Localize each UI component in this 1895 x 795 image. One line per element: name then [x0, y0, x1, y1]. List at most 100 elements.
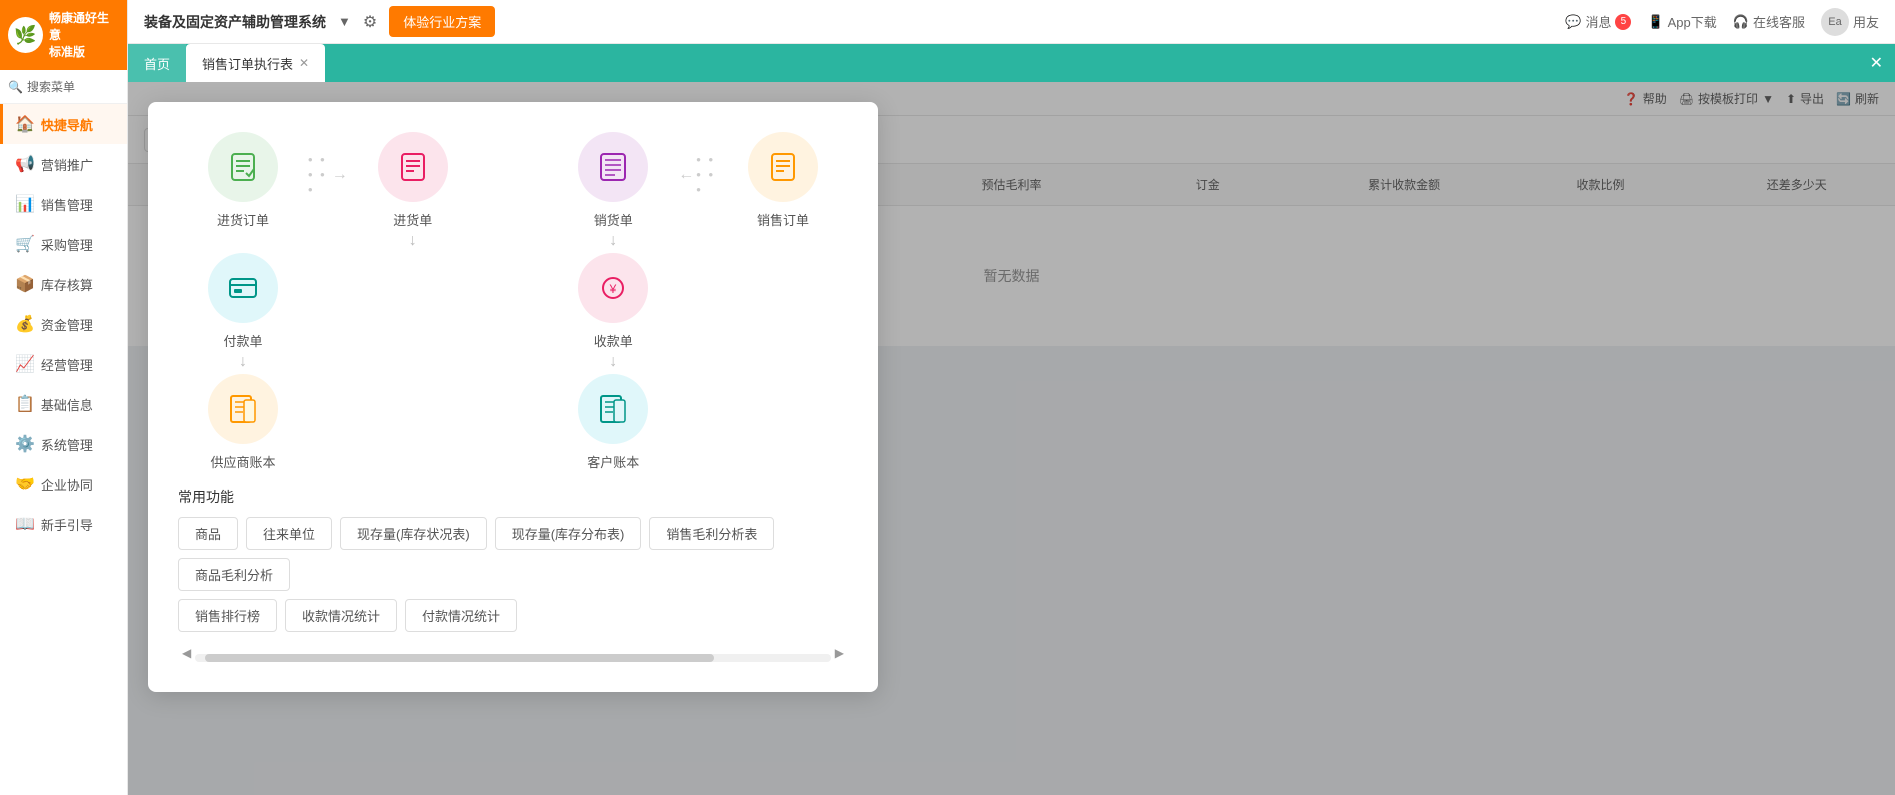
scroll-left-button[interactable]: ◀ — [178, 646, 195, 660]
arrow-down-receipt: ↓ — [609, 350, 617, 374]
common-functions-title: 常用功能 — [178, 487, 848, 507]
supplier-ledger-node: 供应商账本 — [178, 374, 308, 471]
receipt-label: 收款单 — [594, 331, 633, 350]
sidebar-item-label: 企业协同 — [41, 475, 93, 494]
inventory-icon: 📦 — [15, 274, 35, 294]
sidebar-item-guide[interactable]: 📖 新手引导 — [0, 504, 127, 544]
purchase-slip-label: 进货单 — [393, 210, 432, 229]
sidebar-item-enterprise[interactable]: 🤝 企业协同 — [0, 464, 127, 504]
sidebar-item-label: 系统管理 — [41, 435, 93, 454]
search-icon: 🔍 — [8, 80, 23, 94]
logo-text: 畅康通好生意 标准版 — [49, 10, 119, 60]
payment-circle[interactable] — [208, 253, 278, 323]
modal-scrollbar[interactable] — [195, 654, 831, 662]
marketing-icon: 📢 — [15, 154, 35, 174]
basic-info-icon: 📋 — [15, 394, 35, 414]
func-receipt-stats[interactable]: 收款情况统计 — [285, 599, 397, 632]
sidebar-item-label: 基础信息 — [41, 395, 93, 414]
svg-text:¥: ¥ — [609, 282, 617, 296]
sales-slip-node: 销货单 — [548, 132, 678, 229]
trial-button[interactable]: 体验行业方案 — [389, 6, 495, 37]
func-sales-rank[interactable]: 销售排行榜 — [178, 599, 277, 632]
sales-icon: 📊 — [15, 194, 35, 214]
tab-bar: 首页 销售订单执行表 ✕ ✕ — [128, 44, 1895, 82]
purchase-order-label: 进货订单 — [217, 210, 269, 229]
tab-close-icon[interactable]: ✕ — [299, 56, 309, 70]
customer-ledger-circle[interactable] — [578, 374, 648, 444]
tab-bar-close-button[interactable]: ✕ — [1858, 53, 1895, 73]
func-partner[interactable]: 往来单位 — [246, 517, 332, 550]
purchase-order-node: 进货订单 — [178, 132, 308, 229]
payment-node: 付款单 — [178, 253, 308, 350]
settings-icon[interactable]: ⚙ — [363, 12, 377, 32]
tab-sales-order[interactable]: 销售订单执行表 ✕ — [186, 44, 325, 82]
message-button[interactable]: 💬 消息 5 — [1565, 12, 1631, 31]
sidebar-item-sales[interactable]: 📊 销售管理 — [0, 184, 127, 224]
sidebar-item-label: 采购管理 — [41, 235, 93, 254]
app-download-button[interactable]: 📱 App下载 — [1647, 12, 1716, 31]
guide-icon: 📖 — [15, 514, 35, 534]
avatar: Ea — [1821, 8, 1849, 36]
func-stock-status[interactable]: 现存量(库存状况表) — [340, 517, 487, 550]
tab-sales-order-label: 销售订单执行表 — [202, 54, 293, 73]
sales-order-node-label: 销售订单 — [757, 210, 809, 229]
sidebar-item-quick-nav[interactable]: 🏠 快捷导航 — [0, 104, 127, 144]
purchase-order-circle[interactable] — [208, 132, 278, 202]
receipt-circle[interactable]: ¥ — [578, 253, 648, 323]
sales-slip-circle[interactable] — [578, 132, 648, 202]
logo-icon: 🌿 — [8, 17, 43, 53]
message-badge: 5 — [1615, 14, 1631, 30]
func-stock-dist[interactable]: 现存量(库存分布表) — [495, 517, 642, 550]
arrow-down-sales-slip: ↓ — [609, 229, 617, 253]
sidebar-item-finance[interactable]: 💰 资金管理 — [0, 304, 127, 344]
purchase-slip-node: 进货单 — [348, 132, 478, 229]
search-menu[interactable]: 🔍 搜索菜单 — [0, 70, 127, 104]
func-sales-gross[interactable]: 销售毛利分析表 — [649, 517, 774, 550]
sales-order-chain: 销售订单 — [718, 132, 848, 229]
scroll-right-button[interactable]: ▶ — [831, 646, 848, 660]
sales-order-node: 销售订单 — [718, 132, 848, 229]
tab-home-label: 首页 — [144, 54, 170, 73]
purchase-slip-circle[interactable] — [378, 132, 448, 202]
user-menu[interactable]: Ea 用友 — [1821, 8, 1879, 36]
func-product[interactable]: 商品 — [178, 517, 238, 550]
main-area: 装备及固定资产辅助管理系统 ▼ ⚙ 体验行业方案 💬 消息 5 📱 App下载 … — [128, 0, 1895, 795]
enterprise-icon: 🤝 — [15, 474, 35, 494]
sidebar-item-label: 营销推广 — [41, 155, 93, 174]
sales-slip-label: 销货单 — [594, 210, 633, 229]
online-service-button[interactable]: 🎧 在线客服 — [1733, 12, 1805, 31]
supplier-ledger-label: 供应商账本 — [210, 452, 275, 471]
tab-home[interactable]: 首页 — [128, 44, 186, 82]
common-functions-row-2: 销售排行榜 收款情况统计 付款情况统计 — [178, 599, 848, 632]
modal-overlay: 进货订单 ↓ 付款单 ↓ — [128, 82, 1895, 795]
home-icon: 🏠 — [15, 114, 35, 134]
app-dropdown-icon[interactable]: ▼ — [338, 14, 351, 29]
download-icon: 📱 — [1647, 14, 1663, 30]
arrow-down-payment: ↓ — [239, 350, 247, 374]
supplier-ledger-circle[interactable] — [208, 374, 278, 444]
sidebar: 🌿 畅康通好生意 标准版 🔍 搜索菜单 🏠 快捷导航 📢 营销推广 📊 销售管理… — [0, 0, 128, 795]
sales-order-circle[interactable] — [748, 132, 818, 202]
sidebar-item-purchase[interactable]: 🛒 采购管理 — [0, 224, 127, 264]
operations-icon: 📈 — [15, 354, 35, 374]
top-header: 装备及固定资产辅助管理系统 ▼ ⚙ 体验行业方案 💬 消息 5 📱 App下载 … — [128, 0, 1895, 44]
sidebar-item-label: 快捷导航 — [41, 115, 93, 134]
sidebar-logo: 🌿 畅康通好生意 标准版 — [0, 0, 127, 70]
header-right: 💬 消息 5 📱 App下载 🎧 在线客服 Ea 用友 — [1565, 8, 1879, 36]
common-functions: 常用功能 商品 往来单位 现存量(库存状况表) 现存量(库存分布表) 销售毛利分… — [178, 487, 848, 632]
sidebar-item-label: 销售管理 — [41, 195, 93, 214]
sidebar-item-basic-info[interactable]: 📋 基础信息 — [0, 384, 127, 424]
sales-slip-chain: 销货单 ↓ ¥ 收款单 ↓ — [548, 132, 678, 471]
scrollbar-thumb[interactable] — [205, 654, 713, 662]
message-icon: 💬 — [1565, 14, 1581, 30]
sidebar-item-inventory[interactable]: 📦 库存核算 — [0, 264, 127, 304]
sidebar-item-label: 新手引导 — [41, 515, 93, 534]
purchase-order-chain: 进货订单 ↓ 付款单 ↓ — [178, 132, 308, 471]
sidebar-item-operations[interactable]: 📈 经营管理 — [0, 344, 127, 384]
modal-scrollbar-container: ◀ ▶ — [178, 644, 848, 662]
func-product-gross[interactable]: 商品毛利分析 — [178, 558, 290, 591]
finance-icon: 💰 — [15, 314, 35, 334]
sidebar-item-system[interactable]: ⚙️ 系统管理 — [0, 424, 127, 464]
func-payment-stats[interactable]: 付款情况统计 — [405, 599, 517, 632]
sidebar-item-marketing[interactable]: 📢 营销推广 — [0, 144, 127, 184]
